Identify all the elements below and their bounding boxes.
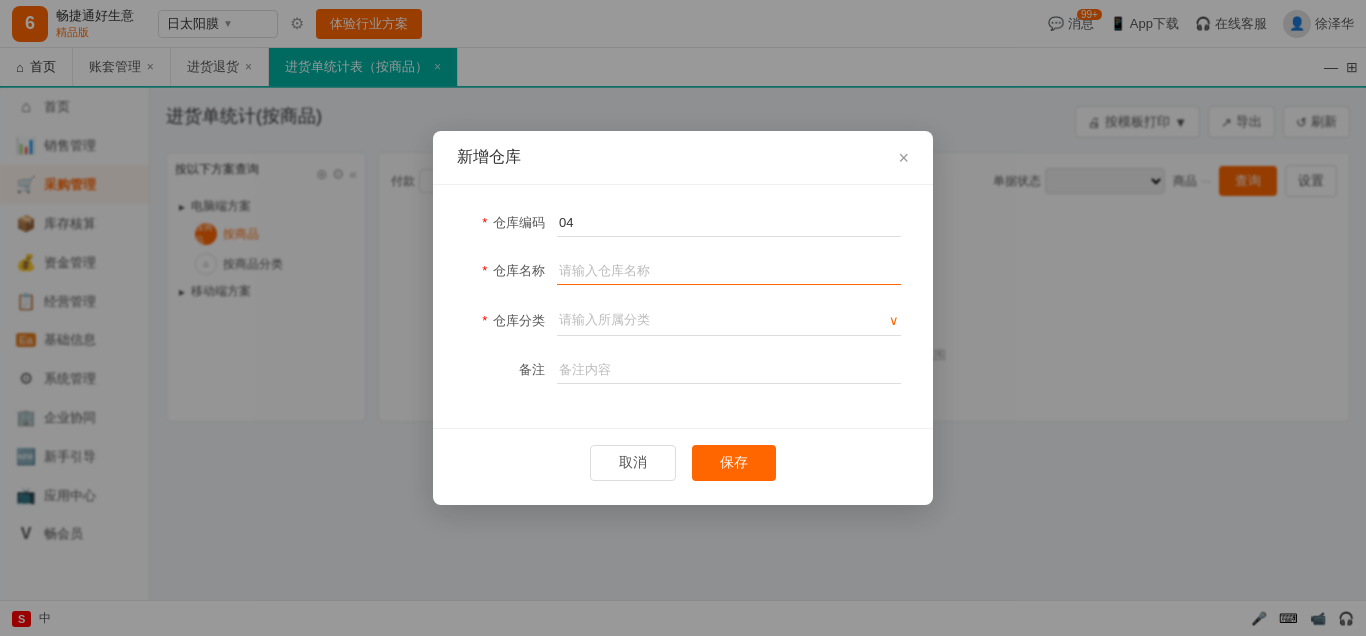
modal-body: * 仓库编码 * 仓库名称 * 仓库分类 请输入所属 xyxy=(433,185,933,428)
category-label: * 仓库分类 xyxy=(465,312,545,330)
category-field-row: * 仓库分类 请输入所属分类 ∨ xyxy=(465,305,901,336)
name-input[interactable] xyxy=(557,257,901,285)
note-input[interactable] xyxy=(557,356,901,384)
category-select[interactable]: 请输入所属分类 ∨ xyxy=(557,305,901,336)
code-label: * 仓库编码 xyxy=(465,214,545,232)
code-input[interactable] xyxy=(557,209,901,237)
close-icon[interactable]: × xyxy=(898,149,909,167)
name-label: * 仓库名称 xyxy=(465,262,545,280)
add-warehouse-modal: 新增仓库 × * 仓库编码 * 仓库名称 xyxy=(433,131,933,505)
modal-overlay: 新增仓库 × * 仓库编码 * 仓库名称 xyxy=(0,0,1366,636)
note-field-row: 备注 xyxy=(465,356,901,384)
modal-footer: 取消 保存 xyxy=(433,428,933,505)
save-button[interactable]: 保存 xyxy=(692,445,776,481)
modal-header: 新增仓库 × xyxy=(433,131,933,185)
cancel-button[interactable]: 取消 xyxy=(590,445,676,481)
name-field-row: * 仓库名称 xyxy=(465,257,901,285)
note-label: 备注 xyxy=(465,361,545,379)
code-field-row: * 仓库编码 xyxy=(465,209,901,237)
chevron-down-icon: ∨ xyxy=(889,313,899,328)
modal-title: 新增仓库 xyxy=(457,147,521,168)
